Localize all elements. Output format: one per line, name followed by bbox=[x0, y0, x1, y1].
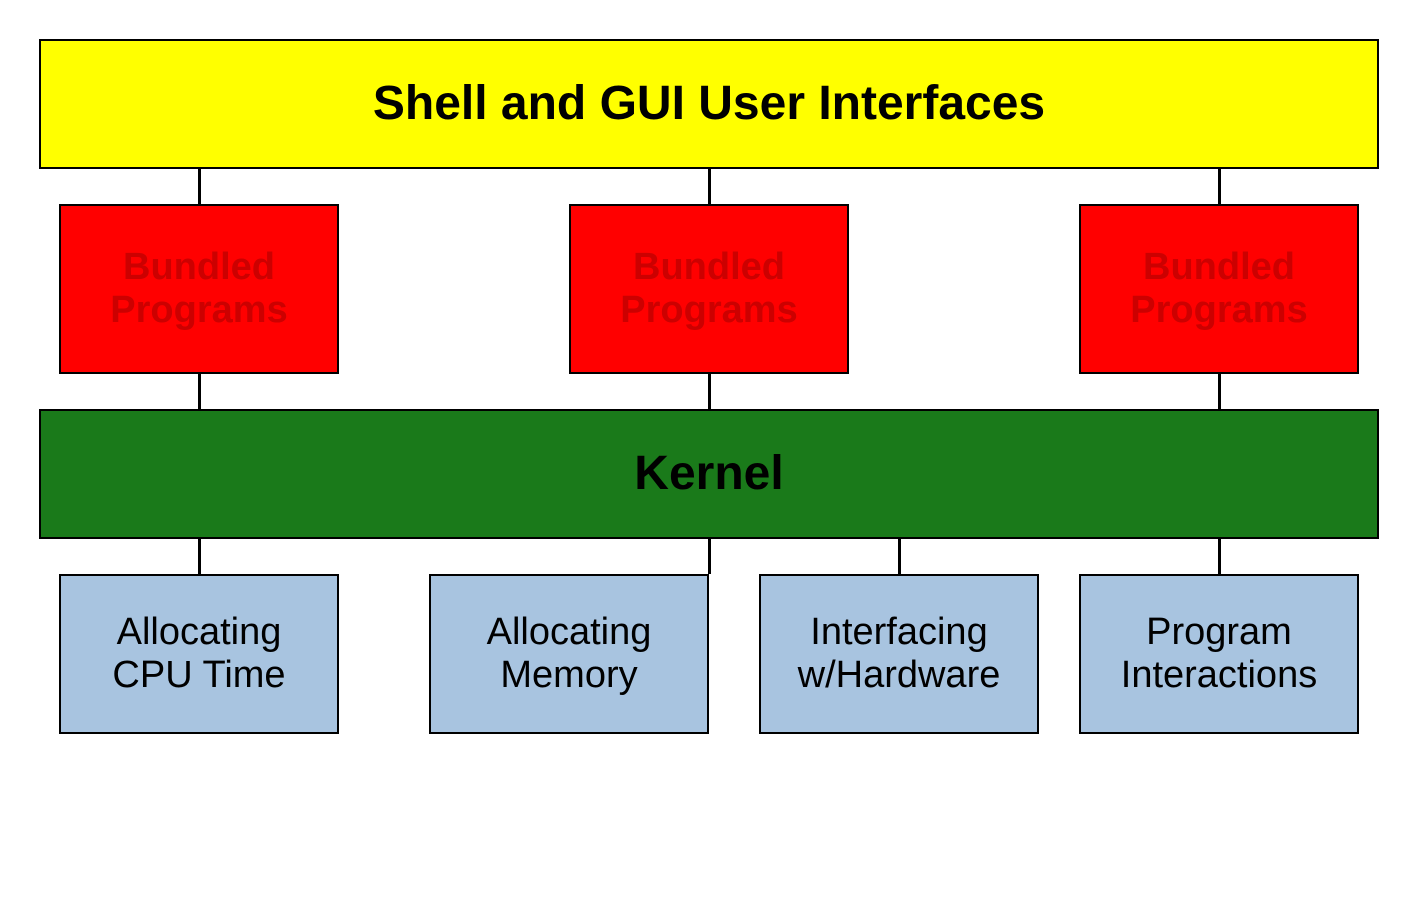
shell-bar-label: Shell and GUI User Interfaces bbox=[373, 76, 1045, 131]
bottom-label-cpu: AllocatingCPU Time bbox=[112, 611, 285, 697]
middle-section: BundledPrograms BundledPrograms BundledP… bbox=[39, 169, 1379, 409]
bottom-box-cpu: AllocatingCPU Time bbox=[59, 574, 339, 734]
bottom-label-memory: AllocatingMemory bbox=[487, 611, 652, 697]
bottom-box-hardware: Interfacingw/Hardware bbox=[759, 574, 1039, 734]
bundled-label-1: BundledPrograms bbox=[110, 246, 287, 332]
bundled-label-3: BundledPrograms bbox=[1130, 246, 1307, 332]
bottom-box-memory: AllocatingMemory bbox=[429, 574, 709, 734]
bottom-label-hardware: Interfacingw/Hardware bbox=[798, 611, 1001, 697]
bottom-vert-line-4 bbox=[1218, 539, 1221, 574]
bundled-box-1: BundledPrograms bbox=[59, 204, 339, 374]
diagram: Shell and GUI User Interfaces BundledPro… bbox=[39, 39, 1379, 879]
kernel-bar-label: Kernel bbox=[634, 446, 783, 501]
shell-bar: Shell and GUI User Interfaces bbox=[39, 39, 1379, 169]
bottom-label-interactions: ProgramInteractions bbox=[1121, 611, 1317, 697]
bundled-box-3: BundledPrograms bbox=[1079, 204, 1359, 374]
bottom-section: AllocatingCPU Time AllocatingMemory Inte… bbox=[39, 539, 1379, 739]
bundled-box-2: BundledPrograms bbox=[569, 204, 849, 374]
bottom-vert-line-2 bbox=[708, 539, 711, 574]
bottom-vert-line-1 bbox=[198, 539, 201, 574]
bundled-label-2: BundledPrograms bbox=[620, 246, 797, 332]
bottom-vert-line-3 bbox=[898, 539, 901, 574]
bottom-box-interactions: ProgramInteractions bbox=[1079, 574, 1359, 734]
kernel-bar: Kernel bbox=[39, 409, 1379, 539]
